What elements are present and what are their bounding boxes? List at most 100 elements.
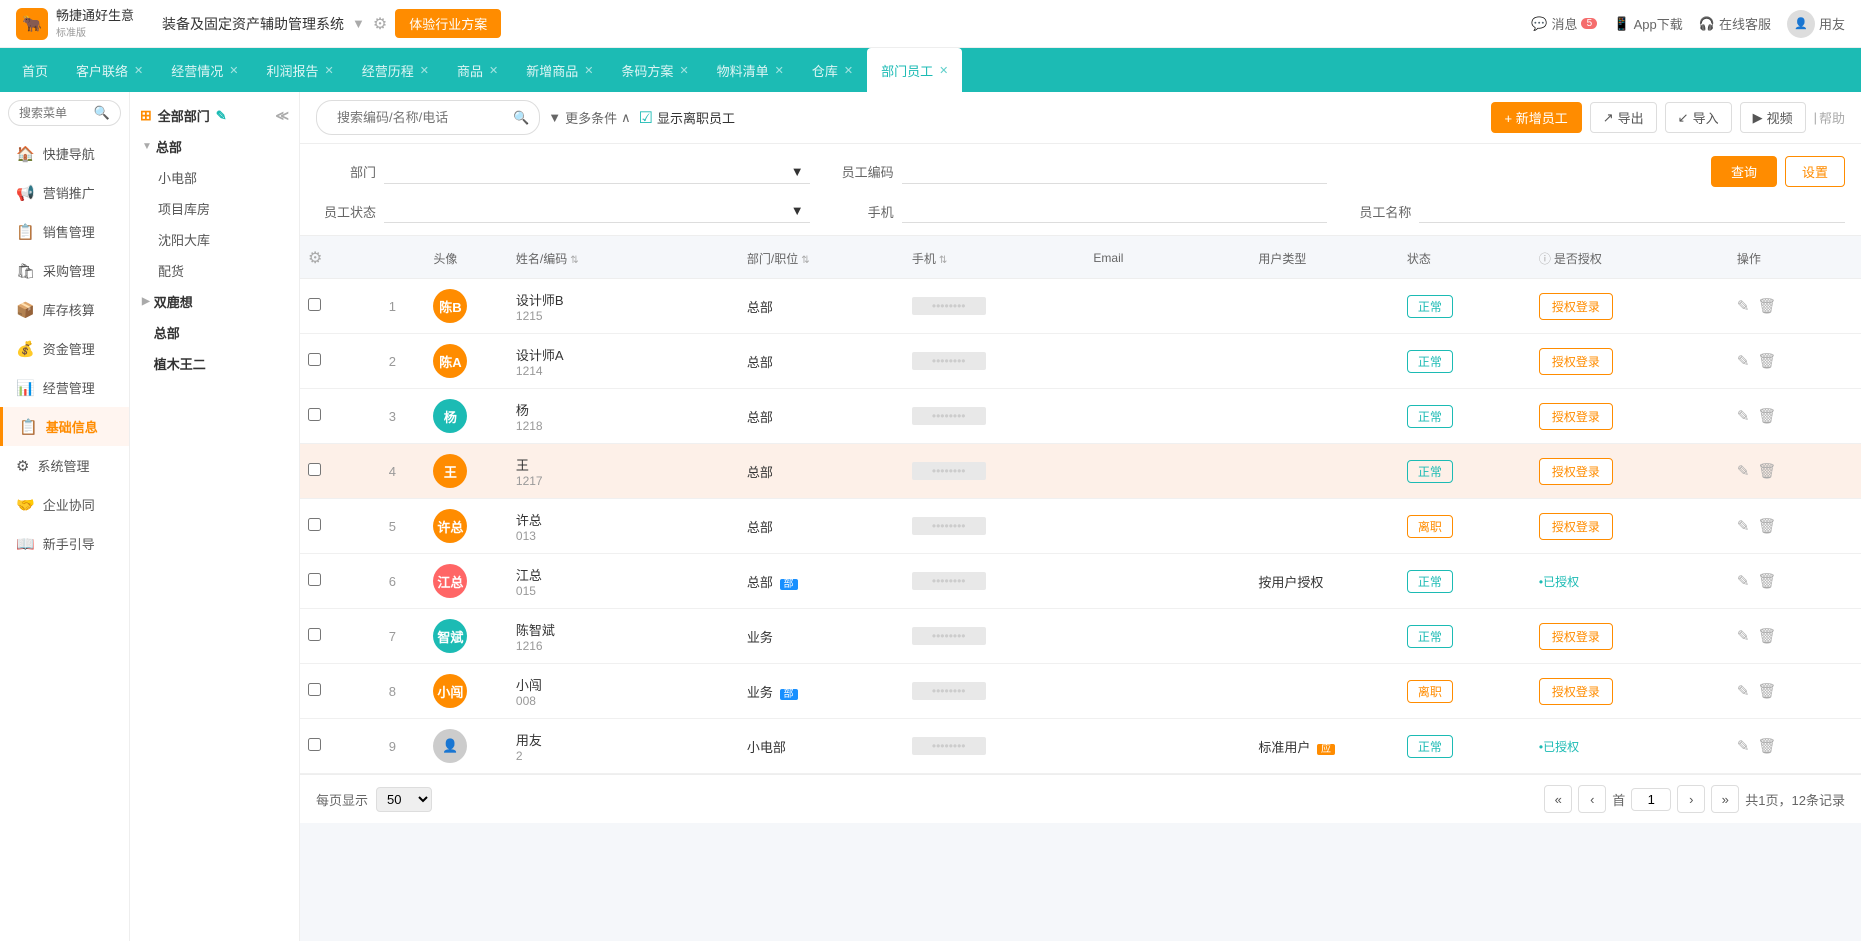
col-phone[interactable]: 手机⇅ bbox=[904, 238, 1086, 279]
close-icon[interactable]: ✕ bbox=[489, 64, 498, 77]
delete-icon[interactable]: 🗑 bbox=[1757, 407, 1776, 425]
message-btn[interactable]: 💬 消息 5 bbox=[1531, 14, 1597, 33]
dept-tree-item-general2[interactable]: ▶ 总部 bbox=[130, 317, 299, 348]
close-icon[interactable]: ✕ bbox=[325, 64, 334, 77]
tab-goods[interactable]: 商品 ✕ bbox=[443, 48, 512, 92]
gear-icon[interactable]: ⚙ bbox=[373, 14, 387, 34]
trial-btn[interactable]: 体验行业方案 bbox=[395, 9, 501, 38]
sidebar-item-sales[interactable]: 📋 销售管理 bbox=[0, 212, 129, 251]
auth-login-btn[interactable]: 授权登录 bbox=[1539, 293, 1613, 320]
collapse-dept-icon[interactable]: ≪ bbox=[275, 108, 289, 124]
row-checkbox-cell[interactable] bbox=[300, 664, 359, 719]
delete-icon[interactable]: 🗑 bbox=[1757, 572, 1776, 590]
auth-login-btn[interactable]: 授权登录 bbox=[1539, 403, 1613, 430]
show-resigned-checkbox[interactable]: ☑ 显示离职员工 bbox=[639, 108, 735, 128]
row-checkbox[interactable] bbox=[308, 463, 321, 476]
row-checkbox-cell[interactable] bbox=[300, 389, 359, 444]
last-page-btn[interactable]: » bbox=[1711, 785, 1739, 813]
app-download-btn[interactable]: 📱 App下载 bbox=[1613, 14, 1682, 33]
phone-input[interactable] bbox=[902, 199, 1328, 223]
dept-tree-item-zhimuwang[interactable]: ▶ 植木王二 bbox=[130, 348, 299, 379]
sort-icon[interactable]: ⇅ bbox=[801, 255, 809, 266]
dept-tree-item-shuangmeng[interactable]: ▶ 双鹿想 bbox=[130, 286, 299, 317]
row-checkbox[interactable] bbox=[308, 298, 321, 311]
status-select[interactable]: ▼ bbox=[384, 199, 810, 223]
col-name[interactable]: 姓名/编码⇅ bbox=[508, 238, 739, 279]
page-input[interactable] bbox=[1631, 788, 1671, 811]
tab-warehouse[interactable]: 仓库 ✕ bbox=[798, 48, 867, 92]
edit-icon[interactable]: ✎ bbox=[1737, 297, 1750, 315]
edit-icon[interactable]: ✎ bbox=[1737, 407, 1750, 425]
row-checkbox[interactable] bbox=[308, 353, 321, 366]
sort-icon[interactable]: ⇅ bbox=[939, 255, 947, 266]
delete-icon[interactable]: 🗑 bbox=[1757, 737, 1776, 755]
row-checkbox-cell[interactable] bbox=[300, 279, 359, 334]
search-icon[interactable]: 🔍 bbox=[513, 110, 529, 126]
sidebar-item-enterprise[interactable]: 🤝 企业协同 bbox=[0, 485, 129, 524]
row-checkbox[interactable] bbox=[308, 683, 321, 696]
row-checkbox[interactable] bbox=[308, 628, 321, 641]
row-checkbox[interactable] bbox=[308, 518, 321, 531]
name-input[interactable] bbox=[1419, 199, 1845, 223]
edit-icon[interactable]: ✎ bbox=[1737, 572, 1750, 590]
tab-barcode[interactable]: 条码方案 ✕ bbox=[607, 48, 702, 92]
tab-material[interactable]: 物料清单 ✕ bbox=[703, 48, 798, 92]
close-icon[interactable]: ✕ bbox=[584, 64, 593, 77]
auth-login-btn[interactable]: 授权登录 bbox=[1539, 623, 1613, 650]
sidebar-item-guide[interactable]: 📖 新手引导 bbox=[0, 524, 129, 563]
col-dept[interactable]: 部门/职位⇅ bbox=[739, 238, 904, 279]
delete-icon[interactable]: 🗑 bbox=[1757, 627, 1776, 645]
close-icon[interactable]: ✕ bbox=[679, 64, 688, 77]
add-staff-btn[interactable]: + 新增员工 bbox=[1491, 102, 1582, 133]
close-icon[interactable]: ✕ bbox=[134, 64, 143, 77]
row-checkbox[interactable] bbox=[308, 573, 321, 586]
close-icon[interactable]: ✕ bbox=[844, 64, 853, 77]
dept-select[interactable]: ▼ bbox=[384, 160, 810, 184]
col-settings[interactable]: ⚙ bbox=[300, 238, 359, 279]
dropdown-icon[interactable]: ▼ bbox=[352, 16, 365, 31]
code-input[interactable] bbox=[902, 160, 1328, 184]
edit-dept-icon[interactable]: ✎ bbox=[216, 108, 227, 124]
close-icon[interactable]: ✕ bbox=[229, 64, 238, 77]
row-checkbox[interactable] bbox=[308, 738, 321, 751]
delete-icon[interactable]: 🗑 bbox=[1757, 352, 1776, 370]
settings-gear-icon[interactable]: ⚙ bbox=[308, 250, 322, 267]
tab-business[interactable]: 经营情况 ✕ bbox=[157, 48, 252, 92]
edit-icon[interactable]: ✎ bbox=[1737, 627, 1750, 645]
sidebar-item-marketing[interactable]: 📢 营销推广 bbox=[0, 173, 129, 212]
sidebar-item-system[interactable]: ⚙ 系统管理 bbox=[0, 446, 129, 485]
view-btn[interactable]: ▶ 视频 bbox=[1740, 102, 1806, 133]
sidebar-item-basic[interactable]: 📋 基础信息 bbox=[0, 407, 129, 446]
delete-icon[interactable]: 🗑 bbox=[1757, 462, 1776, 480]
auth-login-btn[interactable]: 授权登录 bbox=[1539, 513, 1613, 540]
sort-icon[interactable]: ⇅ bbox=[570, 255, 578, 266]
dept-tree-item-general[interactable]: ▼ 总部 bbox=[130, 131, 299, 162]
import-btn[interactable]: ↙ 导入 bbox=[1665, 102, 1732, 133]
edit-icon[interactable]: ✎ bbox=[1737, 462, 1750, 480]
row-checkbox-cell[interactable] bbox=[300, 719, 359, 774]
dept-tree-item-distribution[interactable]: 配货 bbox=[138, 255, 299, 286]
sidebar-item-finance[interactable]: 💰 资金管理 bbox=[0, 329, 129, 368]
close-icon[interactable]: ✕ bbox=[775, 64, 784, 77]
first-page-btn[interactable]: « bbox=[1544, 785, 1572, 813]
edit-icon[interactable]: ✎ bbox=[1737, 682, 1750, 700]
user-area[interactable]: 👤 用友 bbox=[1787, 10, 1845, 38]
auth-login-btn[interactable]: 授权登录 bbox=[1539, 458, 1613, 485]
help-btn[interactable]: | 帮助 bbox=[1814, 108, 1845, 127]
edit-icon[interactable]: ✎ bbox=[1737, 352, 1750, 370]
export-btn[interactable]: ↗ 导出 bbox=[1590, 102, 1657, 133]
per-page-select[interactable]: 50 100 bbox=[376, 787, 432, 812]
service-btn[interactable]: 🎧 在线客服 bbox=[1699, 14, 1771, 33]
prev-page-btn[interactable]: ‹ bbox=[1578, 785, 1606, 813]
sidebar-item-inventory[interactable]: 📦 库存核算 bbox=[0, 290, 129, 329]
tab-profit[interactable]: 利润报告 ✕ bbox=[252, 48, 347, 92]
auth-login-btn[interactable]: 授权登录 bbox=[1539, 348, 1613, 375]
close-icon[interactable]: ✕ bbox=[420, 64, 429, 77]
close-icon[interactable]: ✕ bbox=[939, 64, 948, 77]
query-btn[interactable]: 查询 bbox=[1711, 156, 1777, 187]
sidebar-item-purchase[interactable]: 🛍 采购管理 bbox=[0, 251, 129, 290]
edit-icon[interactable]: ✎ bbox=[1737, 517, 1750, 535]
delete-icon[interactable]: 🗑 bbox=[1757, 682, 1776, 700]
tab-process[interactable]: 经营历程 ✕ bbox=[348, 48, 443, 92]
edit-icon[interactable]: ✎ bbox=[1737, 737, 1750, 755]
